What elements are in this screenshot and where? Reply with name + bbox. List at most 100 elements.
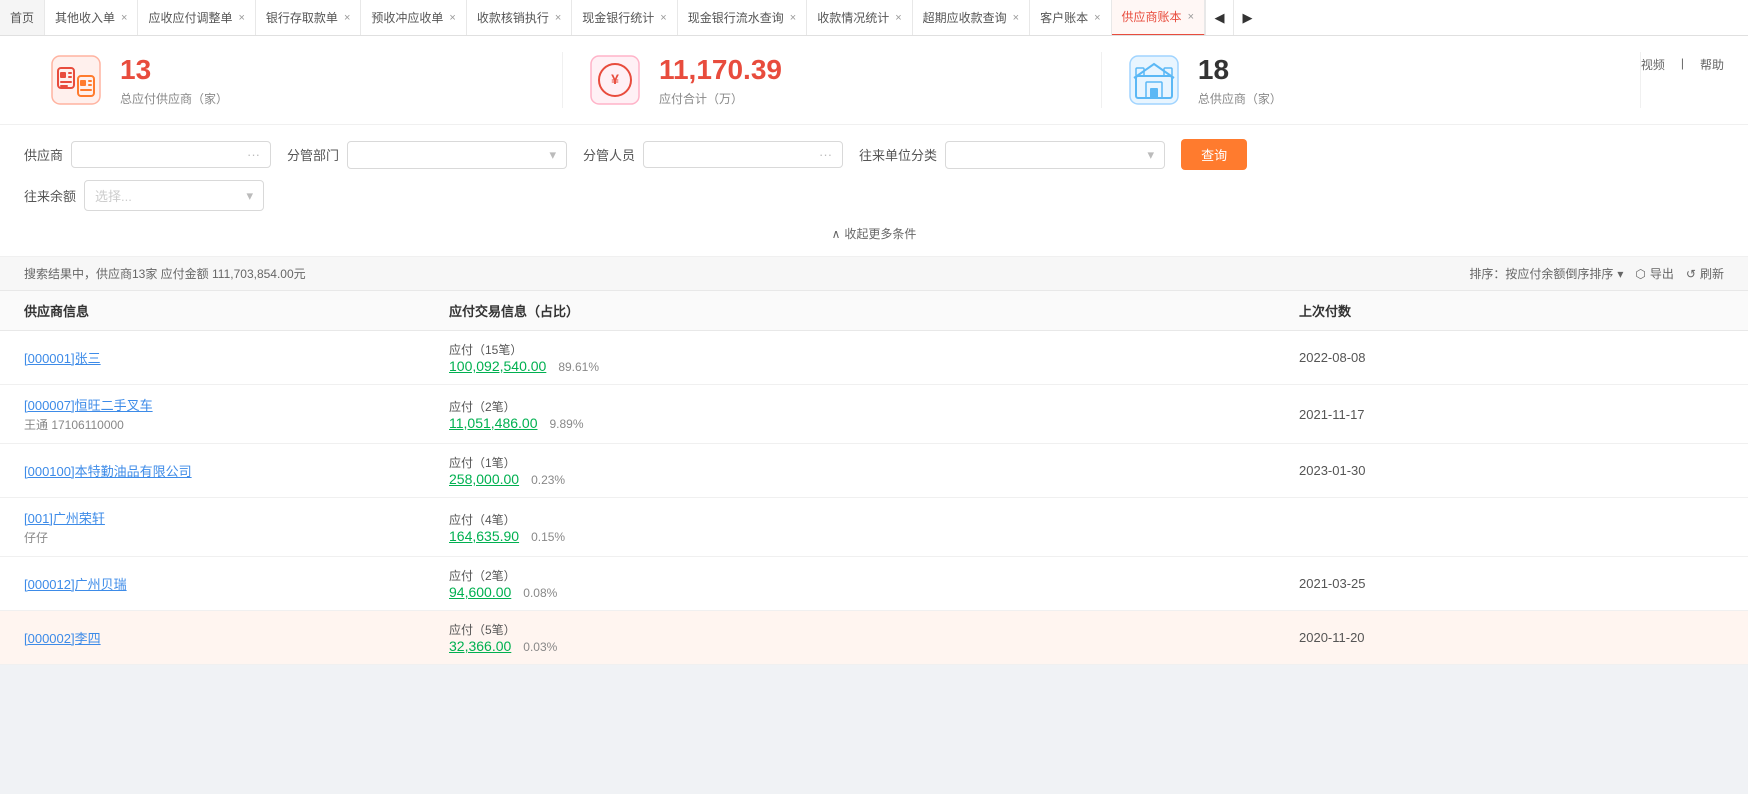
close-customer-ledger[interactable]: ×	[1094, 12, 1100, 24]
person-input[interactable]: ···	[643, 141, 843, 168]
stat-number-total-suppliers: 18	[1198, 53, 1282, 87]
supplier-link-1[interactable]: [000007]恒旺二手叉车	[24, 398, 153, 413]
filter-item-supplier: 供应商 ···	[24, 141, 271, 168]
close-other-income[interactable]: ×	[121, 12, 127, 24]
query-button[interactable]: 查询	[1181, 139, 1247, 170]
supplier-info-3: [001]广州荣轩 仔仔	[24, 508, 449, 546]
filter-row-2: 往来余额 选择... ▾	[24, 180, 1724, 211]
tx-percent-3: 0.15%	[531, 530, 565, 544]
stat-actions: 视频 | 帮助	[1641, 52, 1724, 73]
person-dots: ···	[819, 147, 832, 162]
close-supplier-ledger[interactable]: ×	[1188, 11, 1194, 23]
close-collection-stats[interactable]: ×	[895, 12, 901, 24]
video-link[interactable]: 视频	[1641, 56, 1665, 73]
balance-arrow-icon: ▾	[246, 188, 253, 204]
nav-tab-home[interactable]: 首页	[0, 0, 45, 36]
last-pay-1: 2021-11-17	[1299, 407, 1724, 422]
close-bank[interactable]: ×	[344, 12, 350, 24]
tx-amount-5[interactable]: 32,366.00	[449, 638, 511, 654]
supplier-input-dots: ···	[247, 147, 260, 162]
nav-tab-overdue-label: 超期应收款查询	[923, 9, 1007, 26]
supplier-link-3[interactable]: [001]广州荣轩	[24, 511, 105, 526]
nav-tab-collection[interactable]: 收款核销执行 ×	[467, 0, 572, 36]
nav-tab-cash-flow-label: 现金银行流水查询	[688, 9, 784, 26]
supplier-info-4: [000012]广州贝瑞	[24, 574, 449, 593]
category-input[interactable]: ▾	[945, 141, 1165, 169]
supplier-link-2[interactable]: [000100]本特勤油品有限公司	[24, 464, 192, 479]
table-row[interactable]: [000007]恒旺二手叉车 王通 17106110000 应付（2笔） 11,…	[0, 385, 1748, 444]
refresh-icon: ↺	[1686, 267, 1696, 281]
nav-tab-other-income-label: 其他收入单	[55, 9, 115, 26]
stats-bar: 13 总应付供应商（家） ¥ 11,170.39 应付合计（万）	[0, 36, 1748, 125]
filter-item-dept: 分管部门 ▾	[287, 141, 567, 169]
nav-tab-collection-stats[interactable]: 收款情况统计 ×	[807, 0, 912, 36]
supplier-info-0: [000001]张三	[24, 348, 449, 367]
col-header-supplier: 供应商信息	[24, 301, 449, 320]
close-cash-flow[interactable]: ×	[790, 12, 796, 24]
stat-info-total-payable: 11,170.39 应付合计（万）	[659, 53, 782, 108]
nav-tab-overdue[interactable]: 超期应收款查询 ×	[913, 0, 1030, 36]
supplier-link-5[interactable]: [000002]李四	[24, 631, 101, 646]
stat-info-payable-suppliers: 13 总应付供应商（家）	[120, 53, 228, 108]
dept-arrow-icon: ▾	[550, 147, 557, 163]
export-button[interactable]: ⬡ 导出	[1635, 265, 1674, 282]
table-row[interactable]: [000100]本特勤油品有限公司 应付（1笔） 258,000.00 0.23…	[0, 444, 1748, 498]
close-collection[interactable]: ×	[555, 12, 561, 24]
nav-tab-cash-flow[interactable]: 现金银行流水查询 ×	[678, 0, 807, 36]
refresh-button[interactable]: ↺ 刷新	[1686, 265, 1724, 282]
table-row[interactable]: [000012]广州贝瑞 应付（2笔） 94,600.00 0.08% 2021…	[0, 557, 1748, 611]
nav-tab-other-income[interactable]: 其他收入单 ×	[45, 0, 138, 36]
col-header-lastpay: 上次付数	[1299, 301, 1724, 320]
close-cash-stats[interactable]: ×	[660, 12, 666, 24]
dept-input[interactable]: ▾	[347, 141, 567, 169]
nav-prev-arrow[interactable]: ◀	[1205, 0, 1233, 36]
tx-amount-2[interactable]: 258,000.00	[449, 471, 519, 487]
tx-info-3: 应付（4笔） 164,635.90 0.15%	[449, 511, 1299, 544]
table-row[interactable]: [000001]张三 应付（15笔） 100,092,540.00 89.61%…	[0, 331, 1748, 385]
results-info: 搜索结果中，供应商13家 应付金额 111,703,854.00元	[24, 265, 306, 282]
last-pay-4: 2021-03-25	[1299, 576, 1724, 591]
supplier-input[interactable]: ···	[71, 141, 271, 168]
supplier-link-4[interactable]: [000012]广州贝瑞	[24, 577, 127, 592]
tx-label-3: 应付（4笔）	[449, 511, 1299, 528]
collapse-bar[interactable]: ∧ 收起更多条件	[24, 221, 1724, 246]
filter-item-person: 分管人员 ···	[583, 141, 843, 168]
help-link[interactable]: 帮助	[1700, 56, 1724, 73]
nav-tab-customer-ledger[interactable]: 客户账本 ×	[1030, 0, 1111, 36]
tx-percent-0: 89.61%	[558, 360, 599, 374]
supplier-link-0[interactable]: [000001]张三	[24, 351, 101, 366]
tx-percent-5: 0.03%	[523, 640, 557, 654]
nav-tab-supplier-ledger[interactable]: 供应商账本 ×	[1112, 0, 1205, 36]
supplier-info-5: [000002]李四	[24, 628, 449, 647]
nav-tab-collection-stats-label: 收款情况统计	[817, 9, 889, 26]
tx-label-1: 应付（2笔）	[449, 398, 1299, 415]
tx-amount-0[interactable]: 100,092,540.00	[449, 358, 546, 374]
table-row[interactable]: [001]广州荣轩 仔仔 应付（4笔） 164,635.90 0.15%	[0, 498, 1748, 557]
results-bar: 搜索结果中，供应商13家 应付金额 111,703,854.00元 排序：按应付…	[0, 257, 1748, 291]
tx-amount-1[interactable]: 11,051,486.00	[449, 415, 538, 431]
col-header-tx: 应付交易信息（占比）	[449, 301, 1299, 320]
nav-tab-cash-stats[interactable]: 现金银行统计 ×	[572, 0, 677, 36]
last-pay-2: 2023-01-30	[1299, 463, 1724, 478]
nav-tab-bank[interactable]: 银行存取款单 ×	[256, 0, 361, 36]
tx-amount-4[interactable]: 94,600.00	[449, 584, 511, 600]
tx-label-5: 应付（5笔）	[449, 621, 1299, 638]
nav-tab-adjustments[interactable]: 应收应付调整单 ×	[138, 0, 255, 36]
stat-label-total-payable: 应付合计（万）	[659, 90, 782, 107]
close-adjustments[interactable]: ×	[238, 12, 244, 24]
last-pay-0: 2022-08-08	[1299, 350, 1724, 365]
table-row[interactable]: [000002]李四 应付（5笔） 32,366.00 0.03% 2020-1…	[0, 611, 1748, 665]
stat-number-payable-suppliers: 13	[120, 53, 228, 87]
sort-control[interactable]: 排序：按应付余额倒序排序 ▾	[1469, 265, 1623, 282]
balance-input[interactable]: 选择... ▾	[84, 180, 264, 211]
close-overdue[interactable]: ×	[1013, 12, 1019, 24]
stat-card-total-suppliers: 18 总供应商（家）	[1102, 52, 1641, 108]
close-prepay[interactable]: ×	[449, 12, 455, 24]
nav-tab-prepay-label: 预收冲应收单	[371, 9, 443, 26]
nav-tab-collection-label: 收款核销执行	[477, 9, 549, 26]
nav-tab-prepay[interactable]: 预收冲应收单 ×	[361, 0, 466, 36]
filter-item-category: 往来单位分类 ▾	[859, 141, 1165, 169]
total-suppliers-icon	[1126, 52, 1182, 108]
nav-next-arrow[interactable]: ▶	[1233, 0, 1261, 36]
tx-amount-3[interactable]: 164,635.90	[449, 528, 519, 544]
